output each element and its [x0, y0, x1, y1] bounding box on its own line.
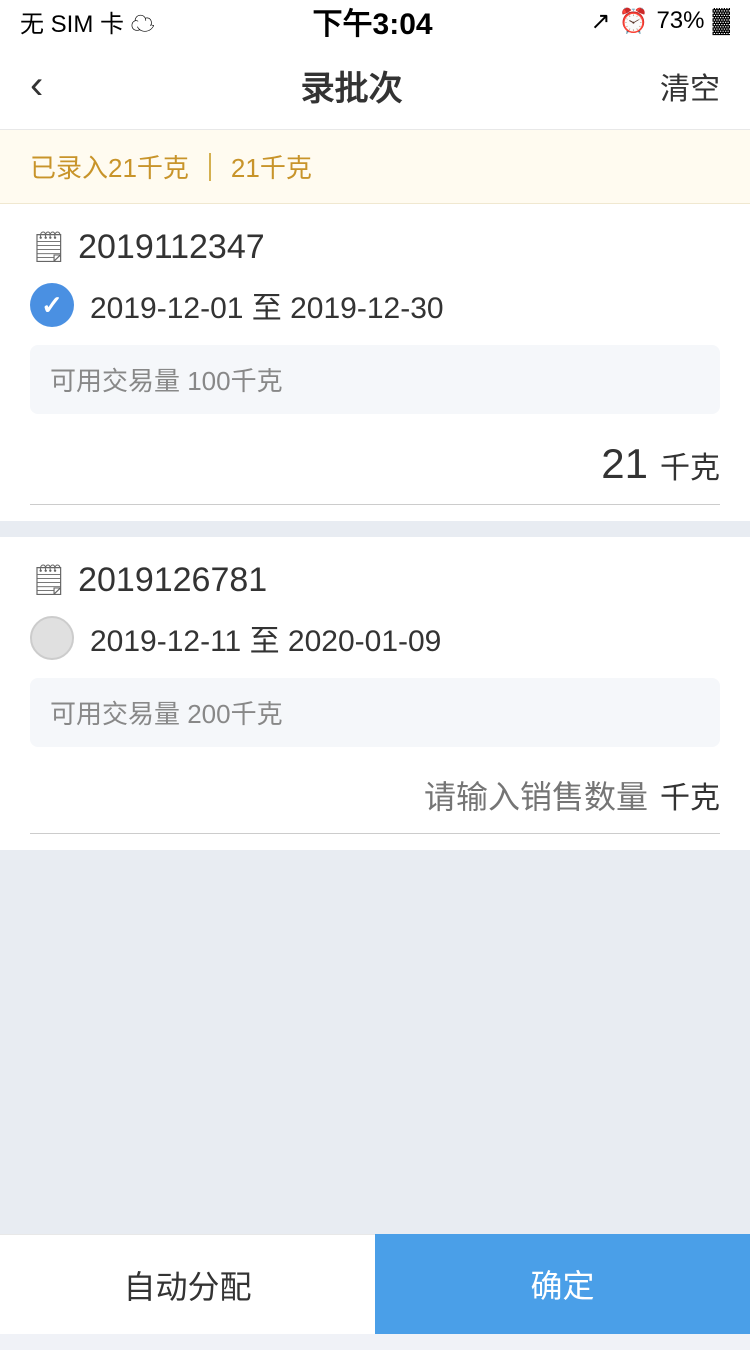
- batch-card-2: 🗒 2019126781 2019-12-11 至 2020-01-09 可用交…: [0, 537, 750, 850]
- batch-1-icon: 🗒: [30, 230, 68, 265]
- summary-bar: 已录入21千克 21千克: [0, 130, 750, 204]
- alarm-icon: ⏰: [619, 7, 649, 36]
- batch-2-available: 可用交易量 200千克: [30, 678, 720, 747]
- back-button[interactable]: ‹: [30, 63, 43, 108]
- battery-text: 73%: [656, 7, 704, 35]
- batch-2-header: 🗒 2019126781: [0, 537, 750, 610]
- batch-2-date: 2019-12-11 至 2020-01-09: [90, 616, 441, 660]
- batch-1-amount-row: 21 千克: [0, 430, 750, 504]
- batch-2-input-row[interactable]: 千克: [0, 763, 750, 833]
- bottom-bar: 自动分配 确定: [0, 1234, 750, 1334]
- clear-button[interactable]: 清空: [660, 64, 720, 108]
- summary-amount: 21千克: [231, 148, 312, 185]
- batch-1-date: 2019-12-01 至 2019-12-30: [90, 283, 444, 327]
- page-title: 录批次: [301, 61, 403, 110]
- status-bar: 无 SIM 卡 ☁ 下午3:04 ↗ ⏰ 73% ▓: [0, 0, 750, 42]
- status-left: 无 SIM 卡 ☁: [20, 4, 155, 39]
- summary-divider: [209, 153, 211, 181]
- batch-1-amount-value: 21: [601, 440, 648, 488]
- quantity-input[interactable]: [348, 779, 648, 816]
- auto-distribute-button[interactable]: 自动分配: [0, 1234, 375, 1334]
- nav-bar: ‹ 录批次 清空: [0, 42, 750, 130]
- checkmark-icon: ✓: [41, 290, 63, 321]
- batch-2-date-row[interactable]: 2019-12-11 至 2020-01-09: [0, 610, 750, 670]
- summary-recorded: 已录入21千克: [30, 148, 189, 185]
- no-sim-text: 无 SIM 卡 ☁: [20, 4, 155, 39]
- batch-card-1: 🗒 2019112347 ✓ 2019-12-01 至 2019-12-30 可…: [0, 204, 750, 521]
- batch-2-checkbox[interactable]: [30, 616, 74, 660]
- section-divider: [0, 521, 750, 537]
- batch-1-number: 2019112347: [78, 228, 265, 267]
- batch-1-header: 🗒 2019112347: [0, 204, 750, 277]
- location-icon: ↗: [590, 7, 610, 36]
- input-unit: 千克: [660, 773, 720, 817]
- batch-1-date-row[interactable]: ✓ 2019-12-01 至 2019-12-30: [0, 277, 750, 337]
- status-right: ↗ ⏰ 73% ▓: [590, 7, 730, 36]
- battery-icon: ▓: [712, 7, 730, 35]
- gray-area: [0, 850, 750, 1250]
- batch-1-amount-unit: 千克: [660, 443, 720, 487]
- batch-1-checkbox[interactable]: ✓: [30, 283, 74, 327]
- batch-2-icon: 🗒: [30, 563, 68, 598]
- batch-2-number: 2019126781: [78, 561, 267, 600]
- confirm-button[interactable]: 确定: [375, 1234, 750, 1334]
- status-time: 下午3:04: [313, 0, 433, 43]
- batch-1-available: 可用交易量 100千克: [30, 345, 720, 414]
